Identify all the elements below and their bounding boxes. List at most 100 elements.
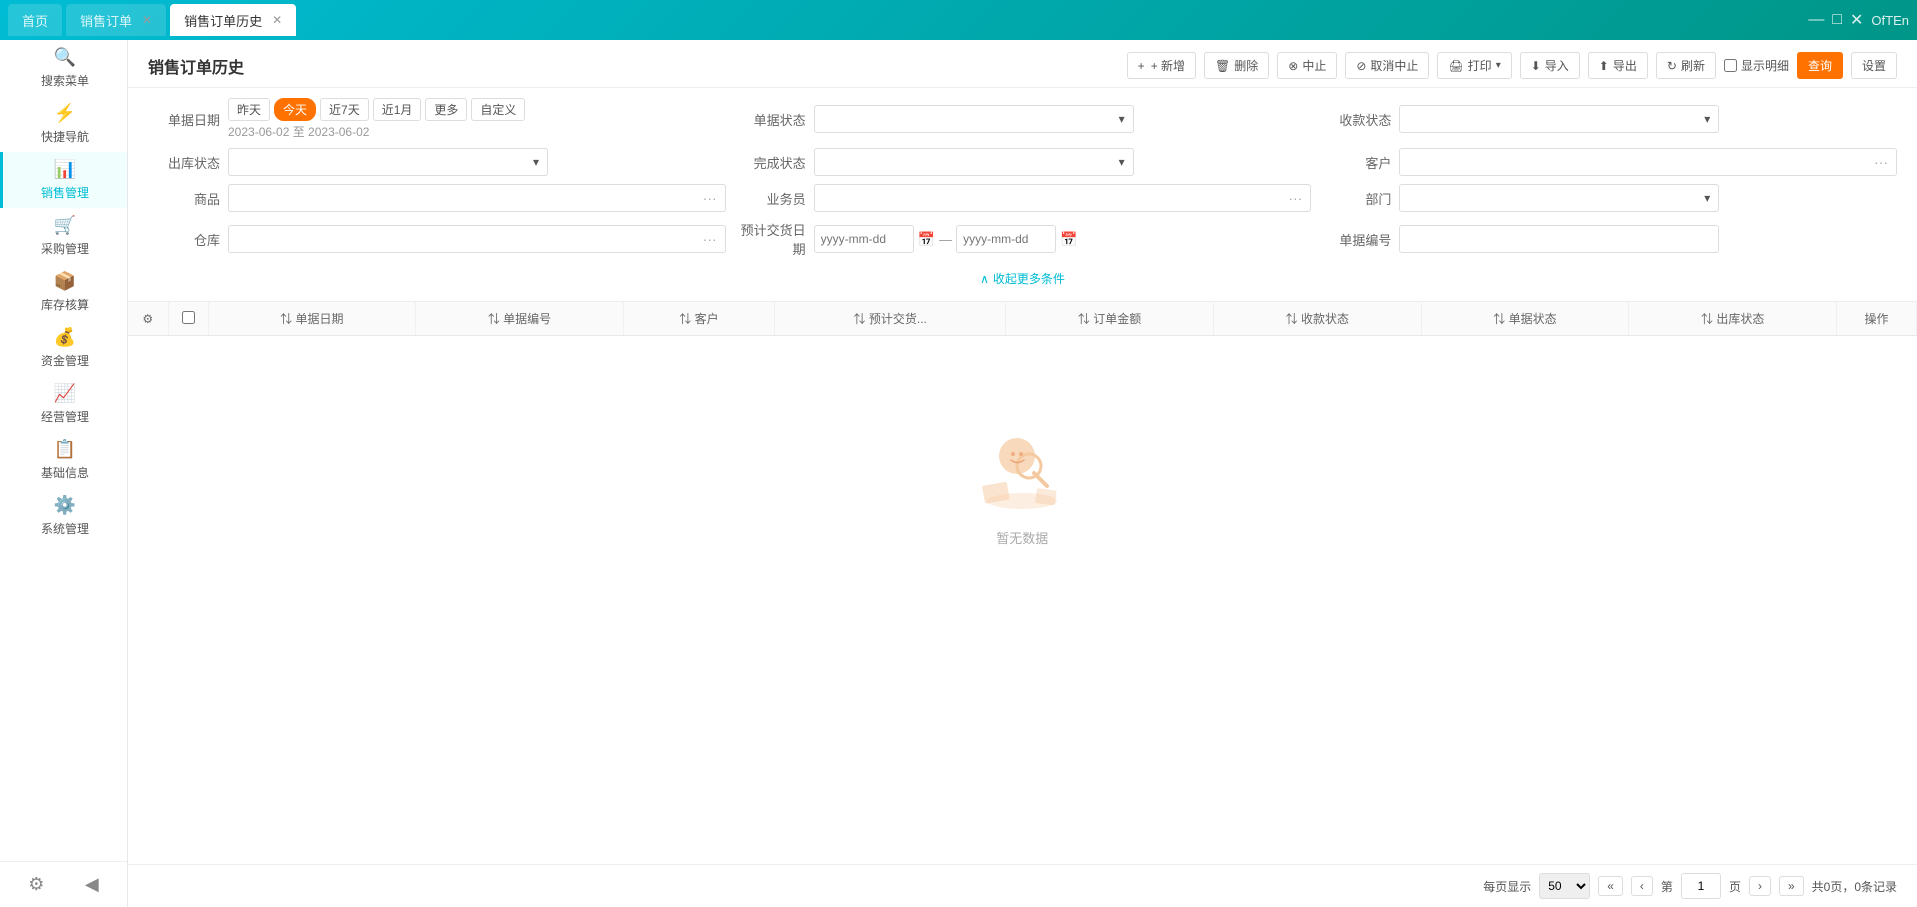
- date-btn-7days[interactable]: 近7天: [320, 98, 369, 121]
- settings-button[interactable]: 设置: [1851, 52, 1897, 79]
- first-page-button[interactable]: «: [1598, 876, 1623, 896]
- query-button[interactable]: 查询: [1797, 52, 1843, 79]
- display-toggle[interactable]: 显示明细: [1724, 57, 1789, 74]
- warehouse-select[interactable]: ···: [228, 225, 726, 253]
- completion-status-select[interactable]: [814, 148, 1134, 176]
- maximize-icon[interactable]: □: [1832, 11, 1842, 29]
- total-records: 共0页，0条记录: [1812, 878, 1897, 895]
- new-icon: +: [1138, 59, 1145, 73]
- department-select[interactable]: [1399, 184, 1719, 212]
- date-btn-custom[interactable]: 自定义: [471, 98, 525, 121]
- page-size-label: 每页显示: [1483, 878, 1531, 895]
- first-page-icon: «: [1607, 879, 1614, 893]
- quick-nav-icon: ⚡: [54, 103, 76, 124]
- sidebar-item-finance-label: 资金管理: [41, 352, 89, 369]
- date-btn-more[interactable]: 更多: [425, 98, 467, 121]
- sidebar-item-basic-info[interactable]: 📋 基础信息: [0, 432, 127, 488]
- sidebar-item-system-label: 系统管理: [41, 520, 89, 537]
- next-page-button[interactable]: ›: [1749, 876, 1771, 896]
- sidebar-item-system[interactable]: ⚙️ 系统管理: [0, 488, 127, 544]
- sidebar-item-sales-mgmt[interactable]: 📊 销售管理: [0, 152, 127, 208]
- display-toggle-checkbox[interactable]: [1724, 59, 1737, 72]
- delivery-status-select[interactable]: [228, 148, 548, 176]
- cancel-stop-button[interactable]: ⊘ 取消中止: [1345, 52, 1429, 79]
- sidebar-item-operations-label: 经营管理: [41, 408, 89, 425]
- tab-home[interactable]: 首页: [8, 4, 62, 36]
- sidebar-item-finance[interactable]: 💰 资金管理: [0, 320, 127, 376]
- order-number-filter-label: 单据编号: [1319, 230, 1399, 249]
- sidebar-collapse-icon[interactable]: ◀: [85, 874, 99, 895]
- order-status-select[interactable]: [814, 105, 1134, 133]
- stop-button[interactable]: ⊗ 中止: [1277, 52, 1337, 79]
- payment-status-label: 收款状态: [1319, 110, 1399, 129]
- close-window-icon[interactable]: ✕: [1850, 10, 1863, 30]
- select-all-checkbox[interactable]: [182, 311, 195, 324]
- payment-status-arrow: [1704, 112, 1710, 126]
- sidebar-item-purchase-mgmt[interactable]: 🛒 采购管理: [0, 208, 127, 264]
- table-header-row: ⚙ ⇅ 单据日期 ⇅ 单据编号 ⇅: [128, 302, 1917, 336]
- export-button[interactable]: ⬆ 导出: [1588, 52, 1648, 79]
- tab-sales-order-history[interactable]: 销售订单历史 ✕: [170, 4, 296, 36]
- table-col-expected-date[interactable]: ⇅ 预计交货...: [775, 302, 1006, 336]
- sidebar-settings-icon[interactable]: ⚙: [28, 874, 44, 895]
- refresh-button[interactable]: ↻ 刷新: [1656, 52, 1716, 79]
- table-col-date[interactable]: ⇅ 单据日期: [208, 302, 416, 336]
- minimize-icon[interactable]: —: [1808, 11, 1824, 29]
- payment-status-select[interactable]: [1399, 105, 1719, 133]
- goods-select[interactable]: ···: [228, 184, 726, 212]
- collapse-bar[interactable]: ∧ 收起更多条件: [148, 266, 1897, 291]
- top-bar: 首页 销售订单 ✕ 销售订单历史 ✕ — □ ✕ OfTEn: [0, 0, 1917, 40]
- print-button[interactable]: 🖨 打印 ▾: [1437, 52, 1511, 79]
- table-col-settings[interactable]: ⚙: [128, 302, 168, 336]
- sort-icon-amount: ⇅: [1078, 312, 1090, 326]
- date-filter-label: 单据日期: [148, 110, 228, 129]
- customer-select[interactable]: ···: [1399, 148, 1897, 176]
- tab-sales-order[interactable]: 销售订单 ✕: [66, 4, 166, 36]
- tab-home-label: 首页: [22, 11, 48, 30]
- page-number-input[interactable]: [1681, 873, 1721, 899]
- calendar-end-icon[interactable]: 📅: [1060, 231, 1077, 248]
- tab-sales-order-close[interactable]: ✕: [142, 13, 152, 27]
- sidebar-item-quick-nav[interactable]: ⚡ 快捷导航: [0, 96, 127, 152]
- table-col-checkbox[interactable]: [168, 302, 208, 336]
- tab-sales-order-history-close[interactable]: ✕: [272, 13, 282, 27]
- order-number-input[interactable]: [1399, 225, 1719, 253]
- goods-dots: ···: [703, 190, 717, 206]
- inventory-icon: 📦: [54, 271, 76, 292]
- expected-date-end[interactable]: [956, 225, 1056, 253]
- sidebar-item-inventory[interactable]: 📦 库存核算: [0, 264, 127, 320]
- table-col-amount[interactable]: ⇅ 订单金额: [1006, 302, 1214, 336]
- sidebar-item-search-menu[interactable]: 🔍 搜索菜单: [0, 40, 127, 96]
- warehouse-filter-label: 仓库: [148, 230, 228, 249]
- table-col-number[interactable]: ⇅ 单据编号: [416, 302, 624, 336]
- delivery-status-arrow: [533, 155, 539, 169]
- filter-completion-status-cell: 完成状态: [734, 148, 1312, 176]
- salesperson-select[interactable]: ···: [814, 184, 1312, 212]
- department-arrow: [1704, 191, 1710, 205]
- delete-button[interactable]: 🗑 删除: [1204, 52, 1269, 79]
- date-btn-yesterday[interactable]: 昨天: [228, 98, 270, 121]
- table-col-order-status[interactable]: ⇅ 单据状态: [1421, 302, 1629, 336]
- table-col-customer[interactable]: ⇅ 客户: [623, 302, 774, 336]
- sidebar-item-inventory-label: 库存核算: [41, 296, 89, 313]
- new-button[interactable]: + + 新增: [1127, 52, 1196, 79]
- page-size-select[interactable]: 50 20 100: [1539, 873, 1590, 899]
- page-label: 页: [1729, 878, 1741, 895]
- date-btn-today[interactable]: 今天: [274, 98, 316, 121]
- last-page-button[interactable]: »: [1779, 876, 1804, 896]
- import-button[interactable]: ⬇ 导入: [1520, 52, 1580, 79]
- salesperson-filter-label: 业务员: [734, 189, 814, 208]
- filter-row-4: 仓库 ··· 预计交货日期 📅 — 📅 单据编号: [148, 220, 1897, 258]
- table-col-payment-status[interactable]: ⇅ 收款状态: [1213, 302, 1421, 336]
- calendar-start-icon[interactable]: 📅: [918, 231, 935, 248]
- prev-page-button[interactable]: ‹: [1631, 876, 1653, 896]
- order-status-label: 单据状态: [734, 110, 814, 129]
- date-btn-1month[interactable]: 近1月: [373, 98, 422, 121]
- finance-icon: 💰: [54, 327, 76, 348]
- filter-department-cell: 部门: [1319, 184, 1897, 212]
- table-col-delivery-status[interactable]: ⇅ 出库状态: [1629, 302, 1837, 336]
- sidebar-item-operations[interactable]: 📈 经营管理: [0, 376, 127, 432]
- filter-expected-date-cell: 预计交货日期 📅 — 📅: [734, 220, 1312, 258]
- display-toggle-label: 显示明细: [1741, 57, 1789, 74]
- expected-date-start[interactable]: [814, 225, 914, 253]
